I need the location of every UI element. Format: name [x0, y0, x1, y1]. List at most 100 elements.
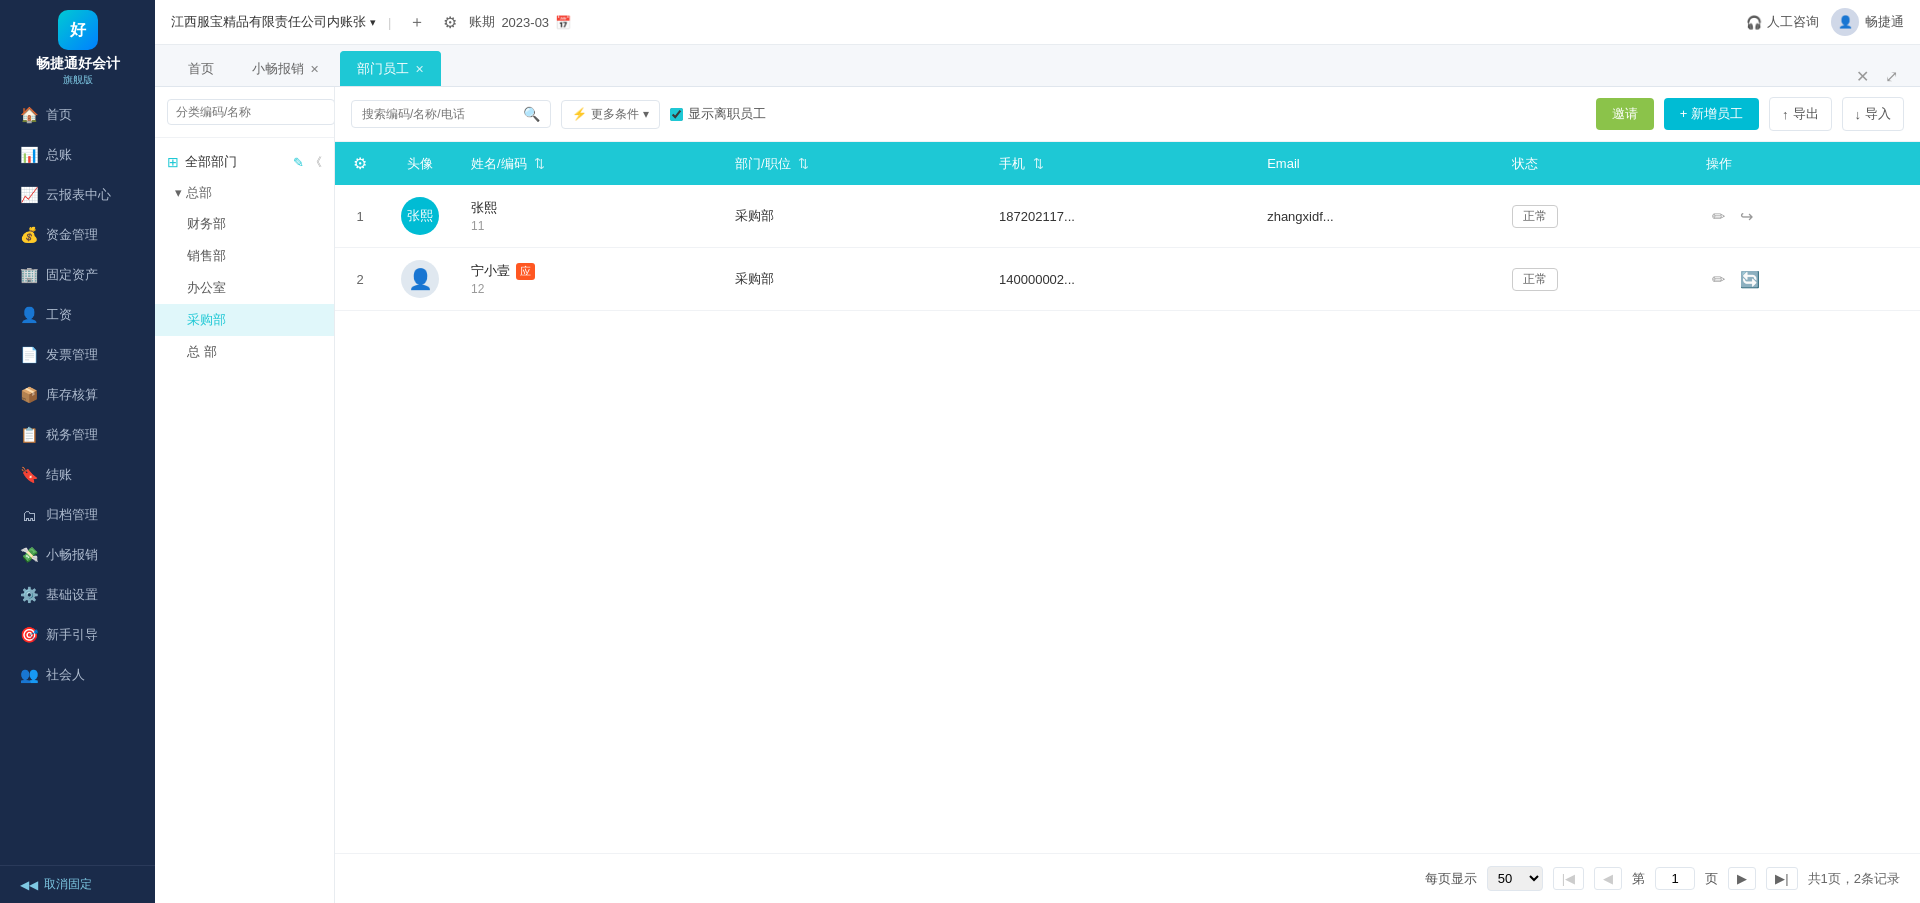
main-area: 江西服宝精品有限责任公司内账张 ▾ | ＋ ⚙ 账期 2023-03 📅 🎧 人… [155, 0, 1920, 903]
logout-employee-button[interactable]: ↪ [1734, 205, 1759, 228]
unpin-label: 取消固定 [44, 876, 92, 893]
sidebar-item-归档管理[interactable]: 🗂 归档管理 [0, 495, 155, 535]
th-dept[interactable]: 部门/职位 ⇅ [719, 142, 983, 185]
th-name[interactable]: 姓名/编码 ⇅ [455, 142, 719, 185]
prev-page-button[interactable]: ◀ [1594, 867, 1622, 890]
sidebar-item-总账[interactable]: 📊 总账 [0, 135, 155, 175]
row-name-cell: 张熙 11 [455, 185, 719, 248]
sidebar-item-资金管理[interactable]: 💰 资金管理 [0, 215, 155, 255]
settings-icon[interactable]: ⚙ [443, 13, 457, 32]
import-button[interactable]: ↓ 导入 [1842, 97, 1905, 131]
nav-label: 资金管理 [46, 226, 98, 244]
page-input[interactable] [1655, 867, 1695, 890]
sidebar-item-库存核算[interactable]: 📦 库存核算 [0, 375, 155, 415]
logo-badge: 旗舰版 [63, 73, 93, 87]
dept-item-bangong[interactable]: 办公室 [155, 272, 334, 304]
sidebar-item-小畅报销[interactable]: 💸 小畅报销 [0, 535, 155, 575]
dept-item-caiwu[interactable]: 财务部 [155, 208, 334, 240]
search-icon[interactable]: 🔍 [523, 106, 540, 122]
export-button[interactable]: ↑ 导出 [1769, 97, 1832, 131]
last-page-button[interactable]: ▶| [1766, 867, 1797, 890]
expand-icon[interactable]: ⤢ [1879, 67, 1904, 86]
delete-employee-button[interactable]: 🔄 [1734, 268, 1766, 291]
sidebar-item-云报表中心[interactable]: 📈 云报表中心 [0, 175, 155, 215]
per-page-label: 每页显示 [1425, 870, 1477, 888]
nav-label: 首页 [46, 106, 72, 124]
tab-expense[interactable]: 小畅报销 ✕ [235, 51, 336, 86]
all-dept-label: 全部部门 [185, 153, 287, 171]
sidebar: 好 畅捷通好会计 旗舰版 🏠 首页📊 总账📈 云报表中心💰 资金管理🏢 固定资产… [0, 0, 155, 903]
nav-icon: 👥 [20, 666, 38, 684]
tab-dept-close[interactable]: ✕ [415, 63, 424, 76]
nav-icon: 📊 [20, 146, 38, 164]
dept-search-input[interactable] [167, 99, 335, 125]
total-info: 共1页，2条记录 [1808, 870, 1900, 888]
edit-employee-button[interactable]: ✏ [1706, 205, 1731, 228]
sidebar-item-新手引导[interactable]: 🎯 新手引导 [0, 615, 155, 655]
sidebar-item-工资[interactable]: 👤 工资 [0, 295, 155, 335]
dept-item-zongbu[interactable]: 总 部 [155, 336, 334, 368]
nav-label: 基础设置 [46, 586, 98, 604]
employee-name: 张熙 [471, 199, 703, 217]
th-phone[interactable]: 手机 ⇅ [983, 142, 1251, 185]
tab-home[interactable]: 首页 [171, 51, 231, 86]
tab-home-label: 首页 [188, 60, 214, 78]
nav-icon: 💰 [20, 226, 38, 244]
th-email: Email [1251, 142, 1496, 185]
nav-label: 税务管理 [46, 426, 98, 444]
dept-panel: 🔍 ⊞ 全部部门 ✎ 《 ▾ 总部 财务部 销售部 办公室 采购部 总 部 [155, 87, 335, 903]
tab-dept[interactable]: 部门员工 ✕ [340, 51, 441, 86]
employee-search-input[interactable] [362, 107, 517, 121]
page-label: 第 [1632, 870, 1645, 888]
calendar-icon[interactable]: 📅 [555, 15, 571, 30]
company-selector[interactable]: 江西服宝精品有限责任公司内账张 ▾ [171, 13, 376, 31]
employee-name: 宁小壹 [471, 262, 510, 280]
topbar: 江西服宝精品有限责任公司内账张 ▾ | ＋ ⚙ 账期 2023-03 📅 🎧 人… [155, 0, 1920, 45]
column-settings-button[interactable]: ⚙ [353, 154, 367, 173]
sidebar-item-发票管理[interactable]: 📄 发票管理 [0, 335, 155, 375]
show-left-checkbox[interactable]: 显示离职员工 [670, 105, 766, 123]
unpin-button[interactable]: ◀◀ 取消固定 [0, 865, 155, 903]
dept-item-xiaoshou[interactable]: 销售部 [155, 240, 334, 272]
user-menu[interactable]: 👤 畅捷通 [1831, 8, 1904, 36]
show-left-input[interactable] [670, 108, 683, 121]
th-avatar: 头像 [385, 142, 455, 185]
invite-button[interactable]: 邀请 [1596, 98, 1654, 130]
filter-button[interactable]: ⚡ 更多条件 ▾ [561, 100, 660, 129]
sidebar-item-社会人[interactable]: 👥 社会人 [0, 655, 155, 695]
edit-dept-icon[interactable]: ✎ [293, 155, 304, 170]
page-content: 🔍 ⊞ 全部部门 ✎ 《 ▾ 总部 财务部 销售部 办公室 采购部 总 部 [155, 87, 1920, 903]
import-icon: ↓ [1855, 107, 1862, 122]
close-window-icon[interactable]: ✕ [1846, 67, 1879, 86]
sidebar-item-固定资产[interactable]: 🏢 固定资产 [0, 255, 155, 295]
row-status: 正常 [1496, 248, 1690, 311]
nav-icon: 🔖 [20, 466, 38, 484]
pagination-bar: 每页显示 50 10 20 100 |◀ ◀ 第 页 ▶ ▶| 共1页，2条记录 [335, 853, 1920, 903]
import-label: 导入 [1865, 105, 1891, 123]
per-page-select[interactable]: 50 10 20 100 [1487, 866, 1543, 891]
tab-expense-close[interactable]: ✕ [310, 63, 319, 76]
next-page-button[interactable]: ▶ [1728, 867, 1756, 890]
dept-item-caigou[interactable]: 采购部 [155, 304, 334, 336]
grid-icon: ⊞ [167, 154, 179, 170]
row-actions: ✏ ↪ [1690, 185, 1920, 248]
filter-icon: ⚡ [572, 107, 587, 121]
period-value: 2023-03 [501, 15, 549, 30]
sidebar-item-基础设置[interactable]: ⚙️ 基础设置 [0, 575, 155, 615]
page-suffix: 页 [1705, 870, 1718, 888]
collapse-icon[interactable]: 《 [310, 154, 322, 171]
employee-code: 12 [471, 282, 703, 296]
headphone-icon: 🎧 [1746, 15, 1762, 30]
add-company-icon[interactable]: ＋ [403, 10, 431, 35]
edit-employee-button[interactable]: ✏ [1706, 268, 1731, 291]
all-dept-item[interactable]: ⊞ 全部部门 ✎ 《 [155, 146, 334, 178]
sidebar-item-税务管理[interactable]: 📋 税务管理 [0, 415, 155, 455]
row-avatar: 张熙 [385, 185, 455, 248]
add-employee-button[interactable]: + 新增员工 [1664, 98, 1759, 130]
show-left-label: 显示离职员工 [688, 105, 766, 123]
sidebar-item-首页[interactable]: 🏠 首页 [0, 95, 155, 135]
nav-icon: 📈 [20, 186, 38, 204]
first-page-button[interactable]: |◀ [1553, 867, 1584, 890]
sidebar-item-结账[interactable]: 🔖 结账 [0, 455, 155, 495]
service-button[interactable]: 🎧 人工咨询 [1746, 13, 1819, 31]
